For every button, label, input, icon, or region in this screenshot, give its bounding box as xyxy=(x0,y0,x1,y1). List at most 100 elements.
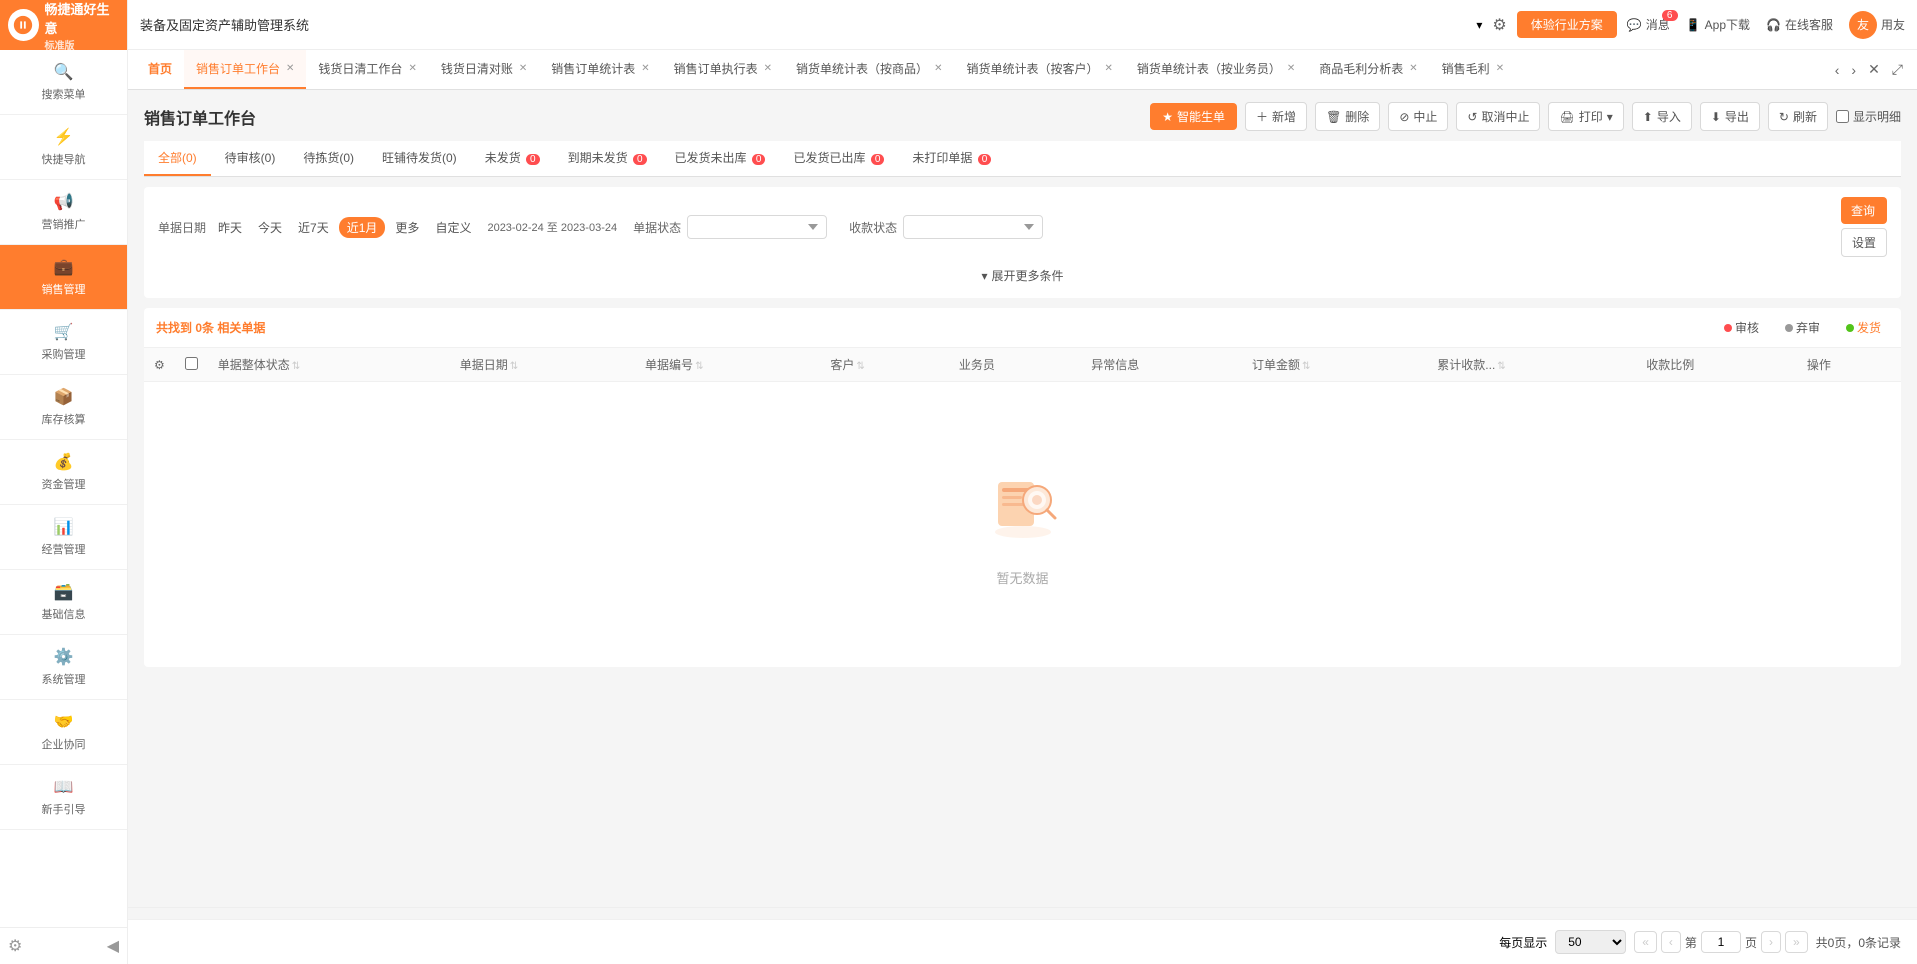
tab-sales-exec[interactable]: 销售订单执行表 ✕ xyxy=(662,50,784,89)
tab-sales-stats[interactable]: 销售订单统计表 ✕ xyxy=(539,50,661,89)
status-filter-select[interactable] xyxy=(687,215,827,239)
tab-close-icon[interactable]: ✕ xyxy=(1287,63,1295,74)
tab-cash-reconcile[interactable]: 钱货日清对账 ✕ xyxy=(429,50,539,89)
tab-close-icon[interactable]: ✕ xyxy=(764,63,772,74)
deliver-action[interactable]: 发货 xyxy=(1838,316,1889,339)
unapprove-action[interactable]: 弃审 xyxy=(1777,316,1828,339)
add-button[interactable]: ＋ 新增 xyxy=(1245,102,1307,131)
approve-action[interactable]: 审核 xyxy=(1716,316,1767,339)
sidebar-item-marketing[interactable]: 📢 营销推广 xyxy=(0,180,127,245)
select-all-checkbox[interactable] xyxy=(185,357,198,370)
tab-close-icon[interactable]: ✕ xyxy=(1409,63,1417,74)
settings-bottom-icon[interactable]: ⚙ xyxy=(8,936,22,956)
sidebar-item-search[interactable]: 🔍 搜索菜单 xyxy=(0,50,127,115)
last-page-button[interactable]: » xyxy=(1785,931,1808,953)
payment-filter-select[interactable] xyxy=(903,215,1043,239)
show-detail-checkbox[interactable] xyxy=(1836,110,1849,123)
stop-button[interactable]: ⊘ 中止 xyxy=(1388,102,1448,131)
industry-solution-button[interactable]: 体验行业方案 xyxy=(1517,11,1617,38)
sidebar-item-operation[interactable]: 📊 经营管理 xyxy=(0,505,127,570)
refresh-button[interactable]: ↻ 刷新 xyxy=(1768,102,1828,131)
tab-home-label: 首页 xyxy=(148,60,172,77)
sidebar-item-purchase[interactable]: 🛒 采购管理 xyxy=(0,310,127,375)
today-shortcut[interactable]: 今天 xyxy=(252,217,288,238)
sidebar-item-sales[interactable]: 💼 销售管理 xyxy=(0,245,127,310)
sub-tab-not-shipped[interactable]: 未发货 0 xyxy=(471,141,554,176)
page-number-input[interactable] xyxy=(1701,931,1741,953)
megaphone-icon: 📢 xyxy=(54,192,74,212)
print-button[interactable]: 🖨 打印 ▾ xyxy=(1548,102,1623,131)
online-service-button[interactable]: 🎧 在线客服 xyxy=(1766,16,1833,33)
system-title-dropdown-icon[interactable]: ▾ xyxy=(1476,18,1482,32)
sidebar-item-system[interactable]: ⚙️ 系统管理 xyxy=(0,635,127,700)
tab-close-icon[interactable]: ✕ xyxy=(408,63,416,74)
horizontal-scrollbar[interactable] xyxy=(128,907,1917,919)
smart-create-button[interactable]: ★ 智能生单 xyxy=(1150,103,1237,130)
topbar-gear-icon[interactable]: ⚙ xyxy=(1492,15,1506,35)
export-button[interactable]: ⬇ 导出 xyxy=(1700,102,1760,131)
sort-icon[interactable]: ⇅ xyxy=(1497,361,1505,372)
page-title: 销售订单工作台 xyxy=(144,105,256,129)
query-button[interactable]: 查询 xyxy=(1841,197,1887,224)
1month-shortcut[interactable]: 近1月 xyxy=(339,217,386,238)
tab-home[interactable]: 首页 xyxy=(136,50,184,89)
sort-icon[interactable]: ⇅ xyxy=(856,361,864,372)
sub-tab-pending-review[interactable]: 待审核(0) xyxy=(211,141,290,176)
sort-icon[interactable]: ⇅ xyxy=(292,361,300,372)
app-download-button[interactable]: 📱 App下载 xyxy=(1686,16,1750,33)
tab-close-icon[interactable]: ✕ xyxy=(519,63,527,74)
yesterday-shortcut[interactable]: 昨天 xyxy=(212,217,248,238)
tab-gross-margin[interactable]: 商品毛利分析表 ✕ xyxy=(1307,50,1429,89)
sub-tab-shipped-in[interactable]: 已发货已出库 0 xyxy=(779,141,898,176)
sidebar-item-guide[interactable]: 📖 新手引导 xyxy=(0,765,127,830)
sub-tab-not-printed[interactable]: 未打印单据 0 xyxy=(898,141,1005,176)
tab-close-icon[interactable]: ✕ xyxy=(286,63,294,74)
tab-scroll-left-icon[interactable]: ‹ xyxy=(1829,58,1846,82)
tab-sales-gross[interactable]: 销售毛利 ✕ xyxy=(1430,50,1516,89)
custom-shortcut[interactable]: 自定义 xyxy=(429,217,477,238)
sort-icon[interactable]: ⇅ xyxy=(1302,361,1310,372)
sidebar-item-finance[interactable]: 💰 资金管理 xyxy=(0,440,127,505)
prev-page-button[interactable]: ‹ xyxy=(1661,931,1681,953)
tab-close-icon[interactable]: ✕ xyxy=(641,63,649,74)
tab-sales-by-staff[interactable]: 销货单统计表（按业务员） ✕ xyxy=(1125,50,1307,89)
tab-label: 销货单统计表（按商品） xyxy=(796,60,928,77)
system-title: 装备及固定资产辅助管理系统 xyxy=(140,15,1466,34)
show-detail-checkbox-label[interactable]: 显示明细 xyxy=(1836,108,1901,125)
sidebar-item-basic[interactable]: 🗃️ 基础信息 xyxy=(0,570,127,635)
sub-tab-overdue-ship[interactable]: 到期未发货 0 xyxy=(554,141,661,176)
tab-scroll-right-icon[interactable]: › xyxy=(1845,58,1862,82)
message-button[interactable]: 💬 消息 6 xyxy=(1627,16,1670,33)
tab-sales-by-product[interactable]: 销货单统计表（按商品） ✕ xyxy=(784,50,954,89)
more-shortcut[interactable]: 更多 xyxy=(389,217,425,238)
tab-sales-by-customer[interactable]: 销货单统计表（按客户） ✕ xyxy=(954,50,1124,89)
per-page-select[interactable]: 10 20 50 100 xyxy=(1555,930,1626,954)
sidebar-item-quick-nav[interactable]: ⚡ 快捷导航 xyxy=(0,115,127,180)
tab-sales-workbench[interactable]: 销售订单工作台 ✕ xyxy=(184,50,306,89)
sort-icon[interactable]: ⇅ xyxy=(510,361,518,372)
tab-close-icon[interactable]: ✕ xyxy=(1496,63,1504,74)
first-page-button[interactable]: « xyxy=(1634,931,1657,953)
th-customer: 客户⇅ xyxy=(820,348,949,382)
collapse-icon[interactable]: ◀ xyxy=(107,936,119,956)
7days-shortcut[interactable]: 近7天 xyxy=(292,217,335,238)
expand-filter-button[interactable]: ▾ 展开更多条件 xyxy=(973,263,1071,288)
tab-close-all-icon[interactable]: ✕ xyxy=(1862,57,1886,82)
tab-cash-daily[interactable]: 钱货日清工作台 ✕ xyxy=(306,50,428,89)
sub-tab-wangpu[interactable]: 旺铺待发货(0) xyxy=(368,141,471,176)
sidebar-item-cooperation[interactable]: 🤝 企业协同 xyxy=(0,700,127,765)
sub-tab-shipped-not-in[interactable]: 已发货未出库 0 xyxy=(661,141,780,176)
tab-maximize-icon[interactable]: ⤢ xyxy=(1886,57,1909,82)
sub-tab-all[interactable]: 全部(0) xyxy=(144,141,211,176)
delete-button[interactable]: 🗑 删除 xyxy=(1315,102,1380,131)
tab-close-icon[interactable]: ✕ xyxy=(1104,63,1112,74)
tab-close-icon[interactable]: ✕ xyxy=(934,63,942,74)
user-profile-button[interactable]: 友 用友 xyxy=(1849,11,1905,39)
next-page-button[interactable]: › xyxy=(1761,931,1781,953)
import-button[interactable]: ⬆ 导入 xyxy=(1632,102,1692,131)
sub-tab-pending-inspect[interactable]: 待拣货(0) xyxy=(289,141,368,176)
sidebar-item-inventory[interactable]: 📦 库存核算 xyxy=(0,375,127,440)
sort-icon[interactable]: ⇅ xyxy=(695,361,703,372)
cancel-stop-button[interactable]: ↺ 取消中止 xyxy=(1456,102,1540,131)
setting-button[interactable]: 设置 xyxy=(1841,228,1887,257)
